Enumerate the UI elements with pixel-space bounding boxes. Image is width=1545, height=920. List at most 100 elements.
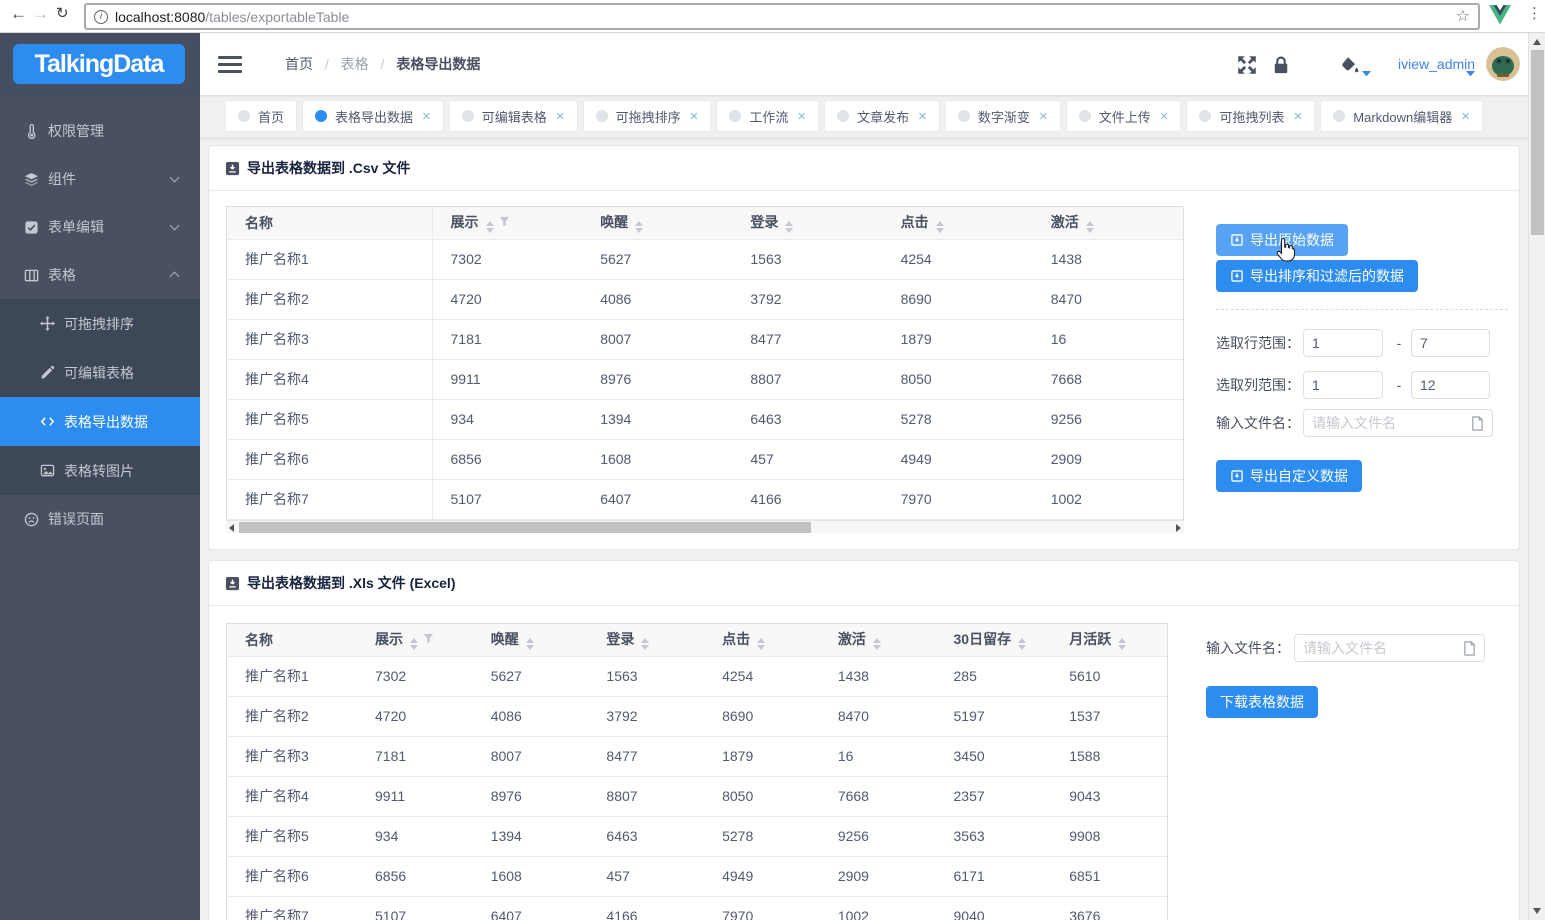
filter-icon[interactable] (499, 214, 510, 230)
browser-forward-icon[interactable]: → (32, 4, 49, 24)
browser-back-icon[interactable]: ← (10, 4, 27, 24)
tab-close-icon[interactable]: × (918, 108, 927, 125)
sort-icon[interactable] (785, 221, 794, 234)
page-info-icon[interactable] (94, 9, 108, 24)
column-header-登录[interactable]: 登录 (732, 207, 883, 240)
tab-close-icon[interactable]: × (797, 108, 806, 125)
column-header-点击[interactable]: 点击 (882, 207, 1033, 240)
tab-表格导出数据[interactable]: 表格导出数据 × (302, 100, 444, 132)
sort-icon[interactable] (872, 638, 881, 651)
user-caret-down-icon[interactable] (1466, 63, 1475, 81)
tab-close-icon[interactable]: × (690, 108, 699, 125)
sidebar-item-表单编辑[interactable]: 表单编辑 (0, 203, 200, 251)
value-cell: 1588 (1051, 736, 1167, 777)
filter-icon[interactable] (423, 631, 434, 647)
tab-dot-icon (238, 110, 250, 122)
hscroll-thumb[interactable] (239, 522, 811, 533)
value-cell: 8690 (882, 279, 1033, 320)
column-header-唤醒[interactable]: 唤醒 (582, 207, 733, 240)
url-text[interactable]: localhost:8080/tables/exportableTable (115, 9, 349, 25)
hscroll-right-arrow-icon[interactable] (1176, 524, 1181, 532)
sort-icon[interactable] (757, 638, 766, 651)
sort-icon[interactable] (635, 221, 644, 234)
move-icon (40, 316, 55, 331)
page-scrollbar[interactable] (1528, 33, 1545, 920)
tab-close-icon[interactable]: × (422, 108, 431, 125)
download-table-data-button[interactable]: 下载表格数据 (1206, 686, 1318, 718)
export-custom-data-button[interactable]: 导出自定义数据 (1216, 460, 1362, 492)
column-header-激活[interactable]: 激活 (1032, 207, 1183, 240)
tab-可编辑表格[interactable]: 可编辑表格 × (448, 100, 578, 132)
value-cell: 1879 (882, 319, 1033, 360)
sidebar-item-可编辑表格[interactable]: 可编辑表格 (0, 348, 200, 397)
sort-icon[interactable] (485, 221, 494, 234)
sidebar-item-表格转图片[interactable]: 表格转图片 (0, 446, 200, 495)
lock-icon[interactable] (1271, 55, 1291, 75)
sort-icon[interactable] (935, 221, 944, 234)
column-header-唤醒[interactable]: 唤醒 (472, 624, 589, 657)
sort-icon[interactable] (641, 638, 650, 651)
sidebar-item-可拖拽排序[interactable]: 可拖拽排序 (0, 299, 200, 348)
row-range-from-input[interactable] (1303, 329, 1383, 357)
tab-文章发布[interactable]: 文章发布 × (824, 100, 940, 132)
column-header-登录[interactable]: 登录 (588, 624, 705, 657)
browser-menu-icon[interactable]: ⋮ (1527, 4, 1542, 22)
export-raw-data-button[interactable]: 导出原始数据 (1216, 224, 1348, 256)
col-range-to-input[interactable] (1411, 371, 1490, 399)
sidebar-item-错误页面[interactable]: 错误页面 (0, 495, 200, 543)
theme-caret-down-icon[interactable] (1362, 63, 1371, 81)
notification-bell-icon[interactable] (1305, 104, 1545, 121)
column-header-展示[interactable]: 展示 (357, 624, 473, 657)
hscroll-left-arrow-icon[interactable] (229, 524, 234, 532)
sort-icon[interactable] (1118, 638, 1127, 651)
username-dropdown[interactable]: iview_admin (1398, 33, 1475, 95)
scroll-down-arrow-icon[interactable] (1533, 908, 1541, 914)
tab-close-icon[interactable]: × (556, 108, 565, 125)
talkingdata-logo[interactable]: TalkingData (13, 44, 185, 84)
collapse-menu-icon[interactable] (218, 56, 242, 73)
value-cell: 457 (732, 439, 883, 480)
row-range-to-input[interactable] (1411, 329, 1490, 357)
theme-bucket-icon[interactable] (1340, 55, 1360, 75)
tab-可拖拽列表[interactable]: 可拖拽列表 × (1186, 100, 1316, 132)
value-cell: 9908 (1051, 816, 1167, 857)
sidebar-item-组件[interactable]: 组件 (0, 155, 200, 203)
tab-可拖拽排序[interactable]: 可拖拽排序 × (582, 100, 712, 132)
csv-table-hscrollbar[interactable] (226, 520, 1184, 533)
tab-工作流[interactable]: 工作流 × (716, 100, 820, 132)
column-header-点击[interactable]: 点击 (704, 624, 820, 657)
sidebar-item-表格[interactable]: 表格 (0, 251, 200, 299)
xls-table: 名称 展示 唤醒 登录 点击 激活 30日留存 月活跃 推广名称1 7302 5627 1563 425… (226, 623, 1168, 920)
tab-close-icon[interactable]: × (1294, 108, 1303, 125)
sidebar-item-权限管理[interactable]: 权限管理 (0, 107, 200, 155)
tab-数字渐变[interactable]: 数字渐变 × (944, 100, 1061, 132)
scroll-up-arrow-icon[interactable] (1533, 39, 1541, 45)
sort-icon[interactable] (410, 638, 418, 651)
column-header-月活跃[interactable]: 月活跃 (1051, 624, 1167, 657)
browser-address-bar[interactable]: localhost:8080/tables/exportableTable ☆ (84, 3, 1480, 30)
col-range-from-input[interactable] (1303, 371, 1383, 399)
xls-filename-input[interactable] (1294, 634, 1485, 662)
scrollbar-thumb[interactable] (1531, 50, 1544, 235)
column-header-展示[interactable]: 展示 (432, 207, 583, 240)
tab-close-icon[interactable]: × (1160, 108, 1169, 125)
column-header-30日留存[interactable]: 30日留存 (935, 624, 1052, 657)
sort-icon[interactable] (525, 638, 534, 651)
breadcrumb-home[interactable]: 首页 (285, 56, 313, 72)
export-sorted-filtered-button[interactable]: 导出排序和过滤后的数据 (1216, 260, 1418, 292)
csv-filename-input[interactable] (1303, 409, 1493, 437)
xls-export-card: 导出表格数据到 .Xls 文件 (Excel) 名称 展示 唤醒 登录 点击 激活 30日留… (208, 560, 1520, 920)
vue-devtools-icon[interactable] (1489, 5, 1511, 30)
value-cell: 7181 (357, 736, 473, 777)
sidebar-item-表格导出数据[interactable]: 表格导出数据 (0, 397, 200, 446)
avatar[interactable] (1486, 47, 1520, 81)
sort-icon[interactable] (1085, 221, 1094, 234)
fullscreen-icon[interactable] (1237, 55, 1257, 75)
browser-refresh-icon[interactable]: ↻ (56, 4, 69, 22)
column-header-激活[interactable]: 激活 (819, 624, 936, 657)
tab-首页[interactable]: 首页 (225, 100, 298, 132)
tab-close-icon[interactable]: × (1039, 108, 1048, 125)
sort-icon[interactable] (1018, 638, 1027, 651)
bookmark-star-icon[interactable]: ☆ (1456, 6, 1470, 26)
tab-文件上传[interactable]: 文件上传 × (1065, 100, 1182, 132)
